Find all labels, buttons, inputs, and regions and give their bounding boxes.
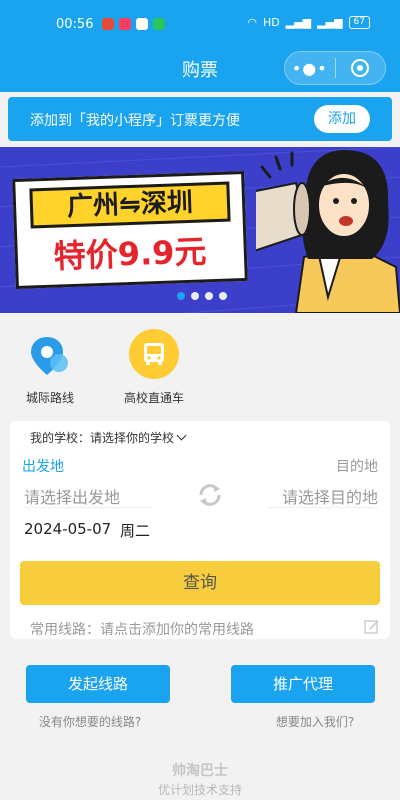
status-time: 00:56 (56, 17, 94, 32)
footer-tech-support: 优计划技术支持 (157, 783, 242, 797)
ticket-search-card: 我的学校：请选择你的学校 出发地 目的地 请选择出发地 请选择目的地 2024-… (10, 421, 390, 639)
footer-brand: 帅淘巴士 (172, 763, 228, 779)
nav-bar: 购票 •●• (0, 44, 400, 92)
category-row: 城际路线 高校直通车 (0, 313, 400, 421)
app-notification-icon (136, 18, 148, 30)
promote-agent-button[interactable]: 推广代理 (231, 665, 375, 703)
bus-icon (144, 343, 164, 365)
more-menu-button[interactable]: •●• (285, 59, 335, 78)
swap-locations-button[interactable] (194, 479, 226, 515)
banner-route: 广州⇋深圳 (29, 181, 231, 229)
common-routes-text[interactable]: 常用线路：请点击添加你的常用线路 (30, 619, 254, 639)
school-selector[interactable]: 我的学校：请选择你的学校 (30, 429, 187, 446)
school-selector-label: 我的学校：请选择你的学校 (30, 431, 175, 445)
departure-date[interactable]: 2024-05-07 (24, 520, 111, 538)
wifi-icon: ◠ (247, 16, 258, 29)
departure-input[interactable]: 请选择出发地 (24, 484, 152, 508)
departure-weekday[interactable]: 周二 (120, 520, 150, 541)
edit-common-routes-button[interactable] (364, 619, 380, 639)
page-dot[interactable] (177, 292, 185, 300)
swap-arrows-icon (199, 484, 221, 506)
query-button[interactable]: 查询 (20, 561, 380, 605)
create-route-hint: 没有你想要的线路? (38, 715, 142, 729)
page-dot[interactable] (191, 292, 199, 300)
app-notification-icon (102, 18, 114, 30)
category-intercity[interactable]: 城际路线 (10, 329, 90, 406)
banner-pagination (177, 292, 227, 300)
category-label: 城际路线 (25, 391, 74, 405)
hd-badge: HD (263, 16, 280, 29)
megaphone-girl-illustration (256, 150, 400, 313)
chevron-down-icon (176, 430, 187, 441)
signal-icon: ▂▄▆ (317, 16, 343, 29)
page-dot[interactable] (219, 292, 227, 300)
signal-icon: ▂▄▆ (285, 16, 312, 29)
system-status: ◠ HD ▂▄▆ ▂▄▆ 67 (247, 16, 370, 29)
add-prompt-text: 添加到「我的小程序」订票更方便 (30, 113, 240, 129)
promo-banner[interactable]: 广州⇋深圳 特价9.9元 (0, 147, 400, 313)
category-campus-bus[interactable]: 高校直通车 (114, 329, 194, 406)
battery-icon: 67 (348, 16, 370, 29)
status-bar: 00:56 ◠ HD ▂▄▆ ▂▄▆ 67 (0, 0, 400, 44)
bus-icon-circle (129, 329, 179, 379)
category-label: 高校直通车 (123, 391, 184, 405)
add-button[interactable]: 添加 (314, 105, 370, 133)
location-pin-icon (31, 337, 68, 375)
notification-icons (102, 18, 165, 30)
miniprogram-capsule: •●• (284, 51, 386, 85)
add-to-miniprogram-bar: 添加到「我的小程序」订票更方便 添加 (8, 97, 392, 141)
close-miniprogram-button[interactable] (335, 59, 385, 77)
app-notification-icon (119, 18, 131, 30)
banner-price: 特价9.9元 (53, 232, 208, 276)
create-route-button[interactable]: 发起线路 (26, 665, 170, 703)
departure-label: 出发地 (22, 459, 64, 475)
destination-label: 目的地 (336, 459, 378, 475)
wechat-notification-icon (153, 18, 165, 30)
target-circle-icon (351, 59, 370, 77)
page-dot[interactable] (205, 292, 213, 300)
promote-agent-hint: 想要加入我们? (275, 715, 355, 729)
destination-input[interactable]: 请选择目的地 (268, 484, 378, 508)
edit-icon (364, 620, 379, 634)
